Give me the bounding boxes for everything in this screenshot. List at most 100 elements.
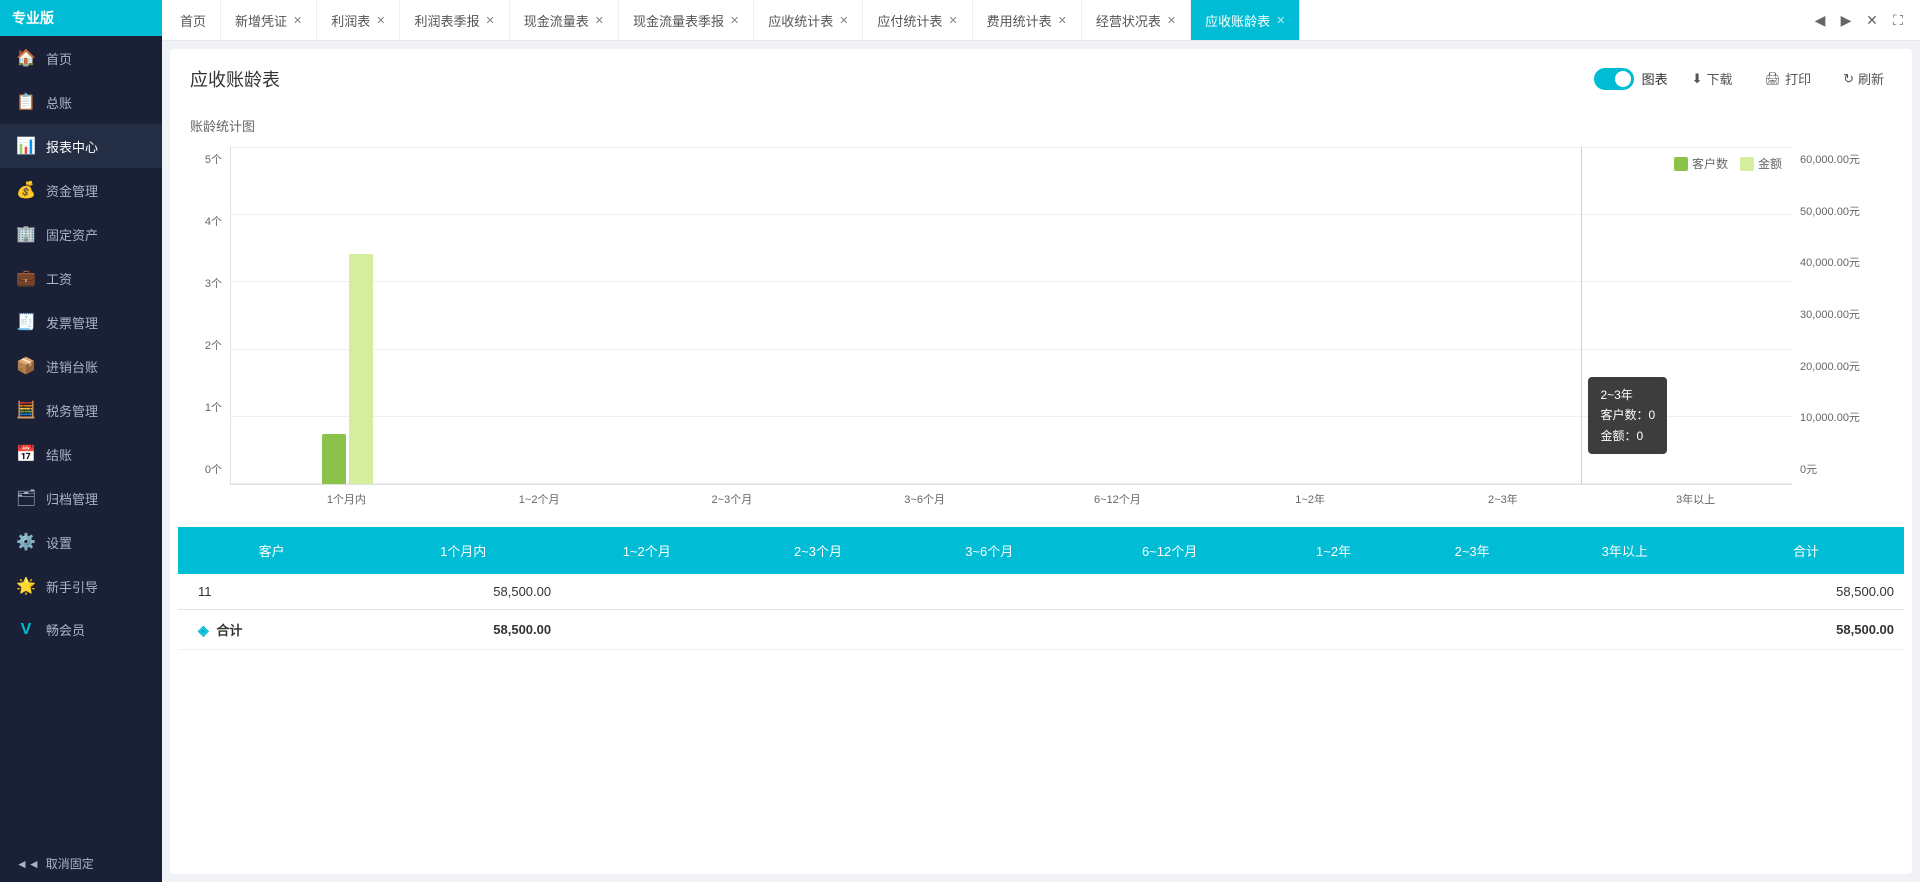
tab-profit-quarterly[interactable]: 利润表季报 ✕ bbox=[400, 0, 509, 40]
sidebar-item-label: 工资 bbox=[46, 269, 72, 288]
table-row: 11 58,500.00 58,500.00 bbox=[178, 574, 1904, 610]
sidebar-item-assets[interactable]: 🏢 固定资产 bbox=[0, 212, 162, 256]
th-y23: 2~3年 bbox=[1403, 527, 1542, 574]
sidebar-item-label: 发票管理 bbox=[46, 313, 98, 332]
chart-title: 账龄统计图 bbox=[190, 116, 1892, 135]
chart-toggle-label: 图表 bbox=[1642, 69, 1668, 88]
chart-toggle[interactable] bbox=[1594, 68, 1634, 90]
bar-group-0 bbox=[251, 254, 444, 484]
total-m36 bbox=[904, 610, 1075, 650]
payroll-icon: 💼 bbox=[16, 268, 36, 288]
tab-payable-stats[interactable]: 应付统计表 ✕ bbox=[863, 0, 972, 40]
sidebar-logo: 专业版 bbox=[0, 0, 162, 36]
data-table-wrap: 客户 1个月内 1~2个月 2~3个月 3~6个月 6~12个月 1~2年 2~… bbox=[170, 527, 1912, 666]
home-icon: 🏠 bbox=[16, 48, 36, 68]
chart-container: 客户数 金额 5个 4个 3个 2个 1个 0个 bbox=[190, 147, 1892, 507]
tab-close-profit-quarterly[interactable]: ✕ bbox=[486, 14, 495, 27]
tab-cashflow[interactable]: 现金流量表 ✕ bbox=[510, 0, 619, 40]
refresh-button[interactable]: ↻ 刷新 bbox=[1835, 65, 1892, 92]
th-y12: 1~2年 bbox=[1264, 527, 1403, 574]
tab-nav-next[interactable]: ▶ bbox=[1834, 8, 1858, 32]
assets-icon: 🏢 bbox=[16, 224, 36, 244]
sidebar-item-closing[interactable]: 📅 结账 bbox=[0, 432, 162, 476]
th-total: 合计 bbox=[1708, 527, 1904, 574]
tab-bar: 首页 新增凭证 ✕ 利润表 ✕ 利润表季报 ✕ 现金流量表 ✕ 现金流量表季报 … bbox=[162, 0, 1920, 41]
reports-icon: 📊 bbox=[16, 136, 36, 156]
cell-m612 bbox=[1075, 574, 1264, 610]
content-area: 应收账龄表 图表 ⬇ 下载 🖨 打印 ↻ 刷新 bbox=[170, 49, 1912, 874]
tab-close-profit[interactable]: ✕ bbox=[376, 14, 385, 27]
sidebar-item-label: 固定资产 bbox=[46, 225, 98, 244]
closing-icon: 📅 bbox=[16, 444, 36, 464]
total-m23 bbox=[732, 610, 903, 650]
sidebar-item-vip[interactable]: V 畅会员 bbox=[0, 608, 162, 651]
th-m612: 6~12个月 bbox=[1075, 527, 1264, 574]
tab-close-cashflow-quarterly[interactable]: ✕ bbox=[730, 14, 739, 27]
tab-profit[interactable]: 利润表 ✕ bbox=[317, 0, 400, 40]
sidebar-item-reports[interactable]: 📊 报表中心 bbox=[0, 124, 162, 168]
tab-home[interactable]: 首页 bbox=[166, 0, 221, 40]
main-area: 首页 新增凭证 ✕ 利润表 ✕ 利润表季报 ✕ 现金流量表 ✕ 现金流量表季报 … bbox=[162, 0, 1920, 882]
table-header-row: 客户 1个月内 1~2个月 2~3个月 3~6个月 6~12个月 1~2年 2~… bbox=[178, 527, 1904, 574]
print-button[interactable]: 🖨 打印 bbox=[1757, 65, 1820, 92]
download-button[interactable]: ⬇ 下载 bbox=[1684, 65, 1741, 92]
sidebar-item-label: 总账 bbox=[46, 93, 72, 112]
download-icon: ⬇ bbox=[1692, 71, 1703, 87]
tab-voucher[interactable]: 新增凭证 ✕ bbox=[221, 0, 317, 40]
tab-receivable-stats[interactable]: 应收统计表 ✕ bbox=[754, 0, 863, 40]
table-total-row: ◈ 合计 58,500.00 58,500.00 bbox=[178, 610, 1904, 650]
tab-cashflow-quarterly[interactable]: 现金流量表季报 ✕ bbox=[619, 0, 754, 40]
tab-close-expense-stats[interactable]: ✕ bbox=[1058, 14, 1067, 27]
chart-x-axis: 1个月内 1~2个月 2~3个月 3~6个月 6~12个月 1~2年 2~3年 … bbox=[230, 485, 1792, 507]
tab-close-voucher[interactable]: ✕ bbox=[293, 14, 302, 27]
tab-expense-stats[interactable]: 费用统计表 ✕ bbox=[973, 0, 1082, 40]
cell-y12 bbox=[1264, 574, 1403, 610]
refresh-icon: ↻ bbox=[1843, 71, 1854, 87]
invoice-icon: 🧾 bbox=[16, 312, 36, 332]
sidebar-item-ledger[interactable]: 📋 总账 bbox=[0, 80, 162, 124]
sidebar-item-invoice[interactable]: 🧾 发票管理 bbox=[0, 300, 162, 344]
tab-fullscreen[interactable]: ⛶ bbox=[1886, 8, 1910, 32]
chart-y-axis-left: 5个 4个 3个 2个 1个 0个 bbox=[190, 147, 230, 507]
chart-toggle-wrap: 图表 bbox=[1594, 68, 1668, 90]
sidebar-item-tax[interactable]: 🧮 税务管理 bbox=[0, 388, 162, 432]
tab-close-aging[interactable]: ✕ bbox=[1276, 14, 1285, 27]
sidebar-collapse-btn[interactable]: ◄◄ 取消固定 bbox=[0, 845, 162, 882]
th-m1: 1个月内 bbox=[365, 527, 561, 574]
th-m12: 1~2个月 bbox=[561, 527, 732, 574]
chart-area: 账龄统计图 客户数 金额 5个 4个 3个 bbox=[170, 104, 1912, 527]
sidebar-item-settings[interactable]: ⚙️ 设置 bbox=[0, 520, 162, 564]
sidebar-item-archive[interactable]: 🗂 归档管理 bbox=[0, 476, 162, 520]
sidebar-item-label: 报表中心 bbox=[46, 137, 98, 156]
settings-icon: ⚙️ bbox=[16, 532, 36, 552]
total-m612 bbox=[1075, 610, 1264, 650]
tab-nav-prev[interactable]: ◀ bbox=[1808, 8, 1832, 32]
tab-close-cashflow[interactable]: ✕ bbox=[595, 14, 604, 27]
tab-close-operation[interactable]: ✕ bbox=[1167, 14, 1176, 27]
sidebar-item-label: 首页 bbox=[46, 49, 72, 68]
sidebar-item-label: 税务管理 bbox=[46, 401, 98, 420]
download-label: 下载 bbox=[1707, 69, 1733, 88]
guide-icon: 🌟 bbox=[16, 576, 36, 596]
cell-customer: 11 bbox=[178, 574, 365, 610]
tab-operation[interactable]: 经营状况表 ✕ bbox=[1082, 0, 1191, 40]
tab-close-receivable-stats[interactable]: ✕ bbox=[839, 14, 848, 27]
th-m23: 2~3个月 bbox=[732, 527, 903, 574]
sidebar-item-label: 资金管理 bbox=[46, 181, 98, 200]
sidebar-item-funds[interactable]: 💰 资金管理 bbox=[0, 168, 162, 212]
sidebar-item-label: 归档管理 bbox=[46, 489, 98, 508]
tab-close-all[interactable]: ✕ bbox=[1860, 8, 1884, 32]
total-label: ◈ 合计 bbox=[178, 610, 365, 650]
sidebar-item-home[interactable]: 🏠 首页 bbox=[0, 36, 162, 80]
tab-aging[interactable]: 应收账龄表 ✕ bbox=[1191, 0, 1300, 40]
sidebar-item-guide[interactable]: 🌟 新手引导 bbox=[0, 564, 162, 608]
cell-m23 bbox=[732, 574, 903, 610]
sidebar-item-inventory[interactable]: 📦 进销台账 bbox=[0, 344, 162, 388]
sidebar-item-payroll[interactable]: 💼 工资 bbox=[0, 256, 162, 300]
funds-icon: 💰 bbox=[16, 180, 36, 200]
print-label: 打印 bbox=[1785, 69, 1811, 88]
total-m12 bbox=[561, 610, 732, 650]
chart-bars-row bbox=[231, 147, 1792, 484]
sidebar-item-label: 进销台账 bbox=[46, 357, 98, 376]
tab-close-payable-stats[interactable]: ✕ bbox=[948, 14, 957, 27]
